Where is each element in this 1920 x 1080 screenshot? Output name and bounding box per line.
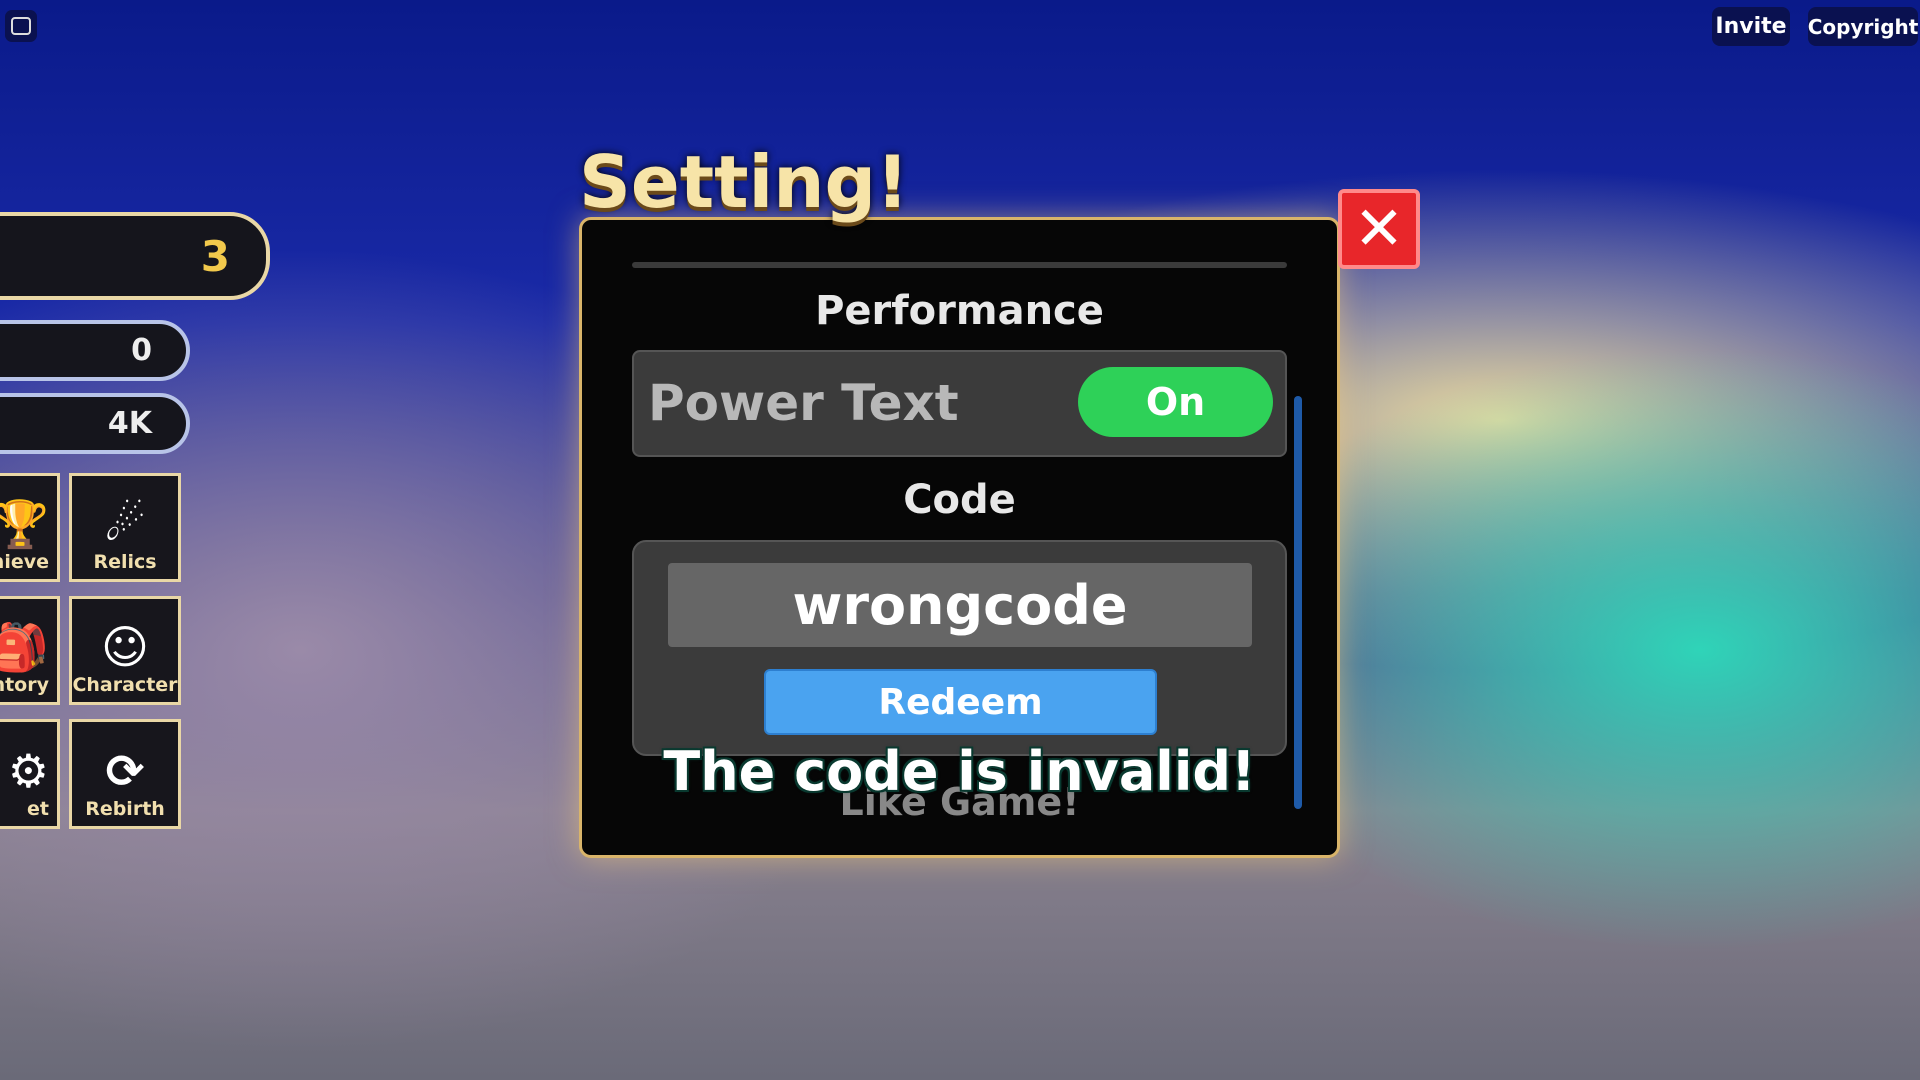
rebirth-button[interactable]: ⟳ Rebirth (69, 719, 181, 829)
settings-dialog: Performance Power Text On Code wrongcode… (579, 217, 1340, 858)
inventory-button[interactable]: 🎒 ntory (0, 596, 60, 705)
chat-button[interactable] (5, 10, 37, 42)
stat-value: 0 (131, 333, 152, 368)
code-heading: Code (903, 477, 1016, 523)
stat-pill-coins: 4K (0, 393, 190, 454)
copyright-button[interactable]: Copyright (1808, 7, 1918, 46)
trophy-icon: 🏆 (0, 501, 49, 547)
menu-label: et (27, 798, 49, 820)
menu-label: Rebirth (85, 798, 165, 820)
scrollbar[interactable] (1294, 396, 1302, 809)
gear-icon: ⚙ (7, 744, 49, 798)
relics-button[interactable]: ☄ Relics (69, 473, 181, 582)
stat-pill-gems: 0 (0, 320, 190, 381)
power-text-row: Power Text On (632, 350, 1287, 457)
error-message: The code is invalid! (663, 740, 1256, 803)
pet-button[interactable]: ⚙ et (0, 719, 60, 829)
menu-label: Relics (93, 551, 157, 573)
dialog-title: Setting! (579, 140, 909, 224)
power-text-label: Power Text (648, 374, 959, 432)
close-button[interactable]: ✕ (1338, 189, 1420, 269)
redeem-button[interactable]: Redeem (764, 669, 1157, 735)
close-icon: ✕ (1353, 194, 1405, 264)
stat-pill-level: 3 (0, 212, 270, 300)
character-icon: ☺ (101, 620, 149, 674)
character-button[interactable]: ☺ Character (69, 596, 181, 705)
menu-label: Character (72, 674, 178, 696)
divider (632, 262, 1287, 268)
stat-value: 3 (200, 231, 230, 281)
stat-value: 4K (107, 406, 152, 441)
performance-heading: Performance (815, 288, 1104, 334)
menu-label: ntory (0, 674, 49, 696)
bag-icon: 🎒 (0, 624, 49, 670)
code-box: wrongcode Redeem (632, 540, 1287, 756)
code-input[interactable]: wrongcode (668, 563, 1252, 647)
rebirth-icon: ⟳ (105, 744, 145, 798)
menu-label: hieve (0, 551, 49, 573)
achieve-button[interactable]: 🏆 hieve (0, 473, 60, 582)
relic-icon: ☄ (104, 497, 146, 551)
chat-icon (11, 17, 31, 35)
invite-button[interactable]: Invite (1712, 7, 1790, 46)
power-text-toggle[interactable]: On (1078, 367, 1273, 437)
